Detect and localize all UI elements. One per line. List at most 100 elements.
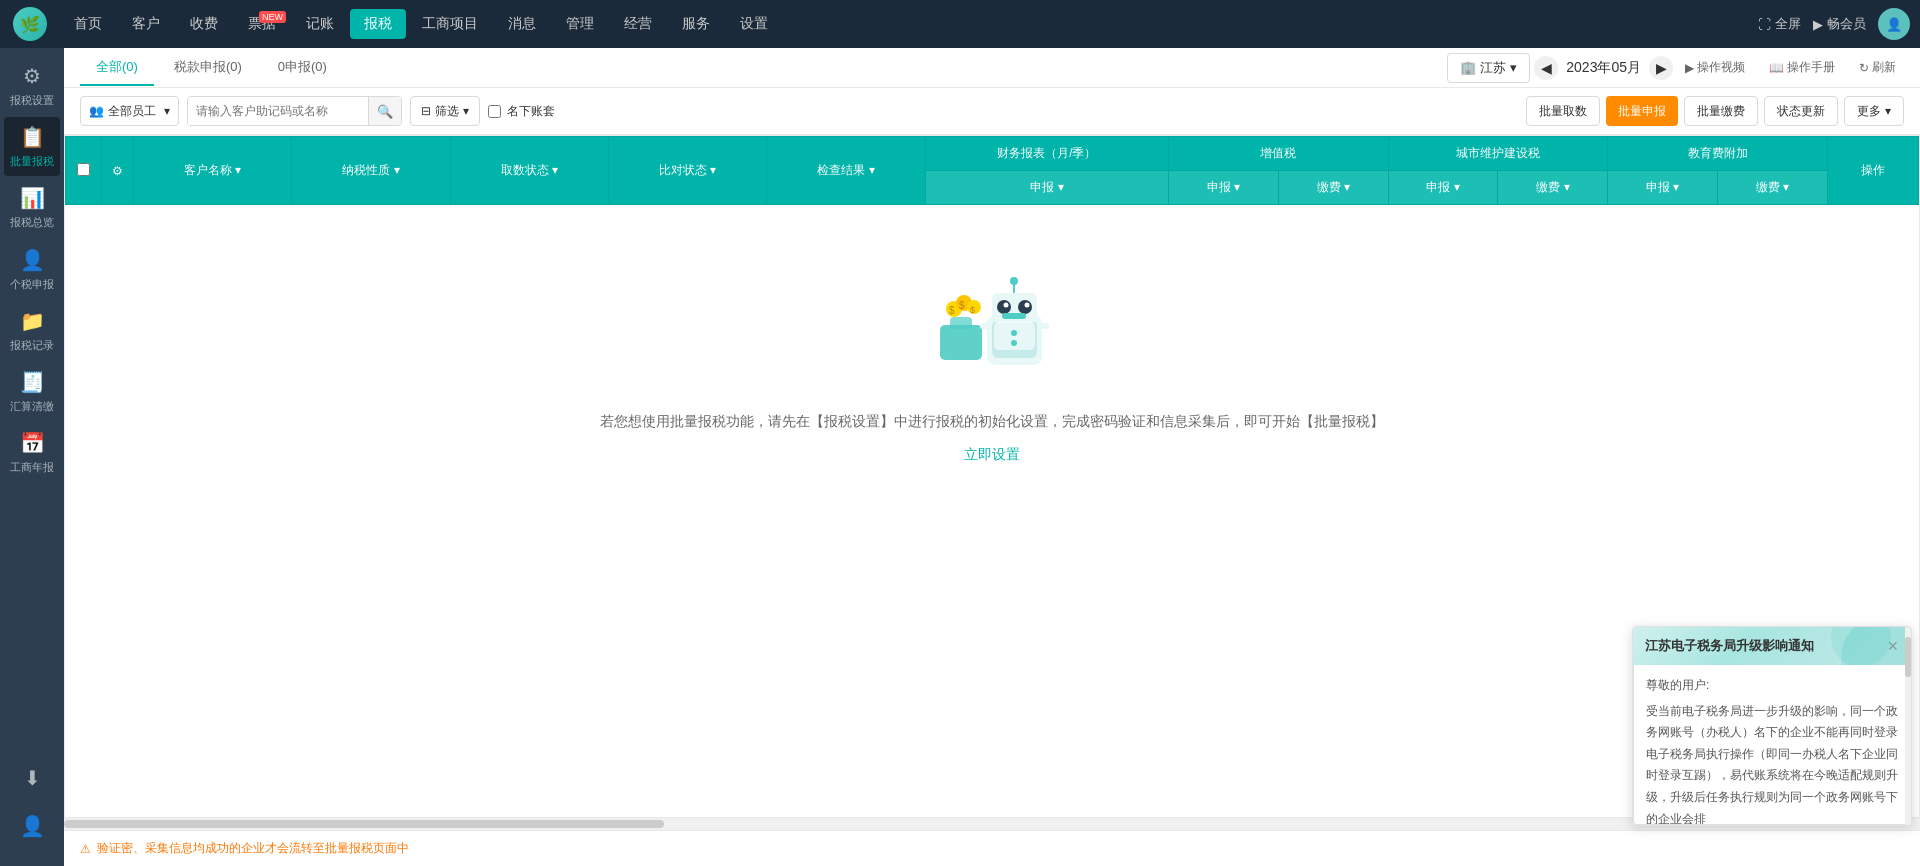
svg-rect-1 (950, 317, 972, 329)
bottom-bar: ⚠ 验证密、采集信息均成功的企业才会流转至批量报税页面中 (64, 830, 1920, 866)
filter-icon-urban-pay: ▾ (1564, 180, 1570, 194)
top-nav-right: ⛶ 全屏 ▶ 畅会员 👤 (1758, 8, 1910, 40)
sidebar-label-batch-tax: 批量报税 (10, 155, 54, 167)
region-chevron-icon: ▾ (1510, 60, 1517, 75)
th-vat-declare: 申报 ▾ (1168, 171, 1278, 205)
th-edu-declare: 申报 ▾ (1608, 171, 1718, 205)
nav-business[interactable]: 工商项目 (408, 9, 492, 39)
refresh-button[interactable]: ↻ 刷新 (1851, 55, 1904, 80)
svg-rect-18 (980, 323, 990, 329)
search-input[interactable] (188, 97, 368, 125)
more-chevron-icon: ▾ (1885, 104, 1891, 118)
nav-operation[interactable]: 经营 (610, 9, 666, 39)
tab-zero-declare[interactable]: 0申报(0) (262, 50, 343, 86)
svg-point-14 (1025, 303, 1030, 308)
batch-fetch-button[interactable]: 批量取数 (1526, 96, 1600, 126)
status-update-button[interactable]: 状态更新 (1764, 96, 1838, 126)
horizontal-scroll-thumb[interactable] (64, 820, 664, 828)
fullscreen-button[interactable]: ⛶ 全屏 (1758, 15, 1801, 33)
sidebar-item-tax-settings[interactable]: ⚙ 报税设置 (4, 56, 60, 115)
nav-management[interactable]: 管理 (552, 9, 608, 39)
filter-icon-tax-type: ▾ (394, 163, 400, 177)
th-edu-pay: 缴费 ▾ (1718, 171, 1828, 205)
app-logo[interactable]: 🌿 (10, 4, 50, 44)
more-button[interactable]: 更多 ▾ (1844, 96, 1904, 126)
batch-declare-button[interactable]: 批量申报 (1606, 96, 1678, 126)
region-icon: 🏢 (1460, 60, 1476, 75)
svg-text:$: $ (959, 300, 965, 311)
filter-icon-customer: ▾ (235, 163, 241, 177)
video-button[interactable]: ▶ 操作视频 (1677, 55, 1753, 80)
select-all-checkbox[interactable] (77, 163, 90, 176)
personal-tax-icon: 👤 (8, 248, 56, 272)
user-icon: 👤 (8, 814, 56, 838)
filter-icon-vat-declare: ▾ (1234, 180, 1240, 194)
filter-icon-edu-declare: ▾ (1673, 180, 1679, 194)
empty-row: $ $ $ (66, 205, 1919, 525)
member-icon: ▶ (1813, 17, 1823, 32)
nav-tax[interactable]: 报税 (350, 9, 406, 39)
sidebar-item-download[interactable]: ⬇ (4, 758, 60, 802)
sidebar-item-settlement[interactable]: 🧾 汇算清缴 (4, 362, 60, 421)
th-education-surcharge: 教育费附加 (1608, 137, 1828, 171)
filter-icon-check: ▾ (869, 163, 875, 177)
th-operation: 操作 (1827, 137, 1918, 205)
manual-icon: 📖 (1769, 61, 1784, 75)
next-month-button[interactable]: ▶ (1649, 56, 1673, 80)
prev-month-button[interactable]: ◀ (1534, 56, 1558, 80)
sidebar-item-tax-overview[interactable]: 📊 报税总览 (4, 178, 60, 237)
nav-invoice[interactable]: 票据 NEW (234, 9, 290, 39)
nav-home[interactable]: 首页 (60, 9, 116, 39)
th-urban-declare: 申报 ▾ (1388, 171, 1498, 205)
sidebar-item-annual-report[interactable]: 📅 工商年报 (4, 423, 60, 482)
sidebar-bottom: ⬇ 👤 (4, 758, 60, 858)
sidebar-item-tax-records[interactable]: 📁 报税记录 (4, 301, 60, 360)
robot-illustration: $ $ $ (932, 265, 1052, 385)
toolbar: 👥 全部员工 ▾ 🔍 ⊟ 筛选 ▾ 名下账套 批量取数 (64, 88, 1920, 135)
svg-text:$: $ (970, 305, 975, 315)
th-compare-status: 比对状态 ▾ (609, 137, 767, 205)
th-financial-report: 财务报表（月/季） (925, 137, 1168, 171)
sidebar-item-batch-tax[interactable]: 📋 批量报税 (4, 117, 60, 176)
tab-all[interactable]: 全部(0) (80, 50, 154, 86)
batch-pay-button[interactable]: 批量缴费 (1684, 96, 1758, 126)
search-box: 🔍 (187, 96, 402, 126)
nav-message[interactable]: 消息 (494, 9, 550, 39)
member-button[interactable]: ▶ 畅会员 (1813, 15, 1866, 33)
search-button[interactable]: 🔍 (368, 97, 401, 125)
filter-icon-vat-pay: ▾ (1344, 180, 1350, 194)
region-selector[interactable]: 🏢 江苏 ▾ (1447, 53, 1530, 83)
search-icon: 🔍 (377, 104, 393, 119)
user-avatar[interactable]: 👤 (1878, 8, 1910, 40)
svg-point-16 (1010, 277, 1018, 285)
annual-report-icon: 📅 (8, 431, 56, 455)
filter-icon-compare: ▾ (710, 163, 716, 177)
funnel-icon: ⊟ (421, 104, 431, 118)
sidebar-item-user[interactable]: 👤 (4, 806, 60, 850)
nav-bookkeeping[interactable]: 记账 (292, 9, 348, 39)
filter-button[interactable]: ⊟ 筛选 ▾ (410, 96, 480, 126)
sub-account-checkbox[interactable] (488, 105, 501, 118)
checkbox-row[interactable]: 名下账套 (488, 103, 555, 120)
filter-icon-report: ▾ (1058, 180, 1064, 194)
month-navigation: ◀ 2023年05月 ▶ (1534, 56, 1673, 80)
nav-customer[interactable]: 客户 (118, 9, 174, 39)
manual-button[interactable]: 📖 操作手册 (1761, 55, 1843, 80)
toolbar-right: 批量取数 批量申报 批量缴费 状态更新 更多 ▾ (1526, 96, 1904, 126)
nav-service[interactable]: 服务 (668, 9, 724, 39)
employee-filter[interactable]: 👥 全部员工 ▾ (80, 96, 179, 126)
region-text: 江苏 (1480, 59, 1506, 77)
sidebar: ⚙ 报税设置 📋 批量报税 📊 报税总览 👤 个税申报 📁 报税记录 🧾 汇算清… (0, 48, 64, 866)
nav-settings[interactable]: 设置 (726, 9, 782, 39)
nav-billing[interactable]: 收费 (176, 9, 232, 39)
sidebar-item-personal-tax[interactable]: 👤 个税申报 (4, 240, 60, 299)
setup-link[interactable]: 立即设置 (964, 446, 1020, 464)
empty-text: 若您想使用批量报税功能，请先在【报税设置】中进行报税的初始化设置，完成密码验证和… (600, 409, 1384, 434)
th-settings: ⚙ (102, 137, 134, 205)
svg-rect-0 (940, 325, 982, 360)
svg-point-22 (1011, 340, 1017, 346)
tab-actions: ▶ 操作视频 📖 操作手册 ↻ 刷新 (1677, 55, 1904, 80)
logo-icon: 🌿 (13, 7, 47, 41)
tab-tax-declare[interactable]: 税款申报(0) (158, 50, 258, 86)
empty-state: $ $ $ (66, 205, 1919, 524)
